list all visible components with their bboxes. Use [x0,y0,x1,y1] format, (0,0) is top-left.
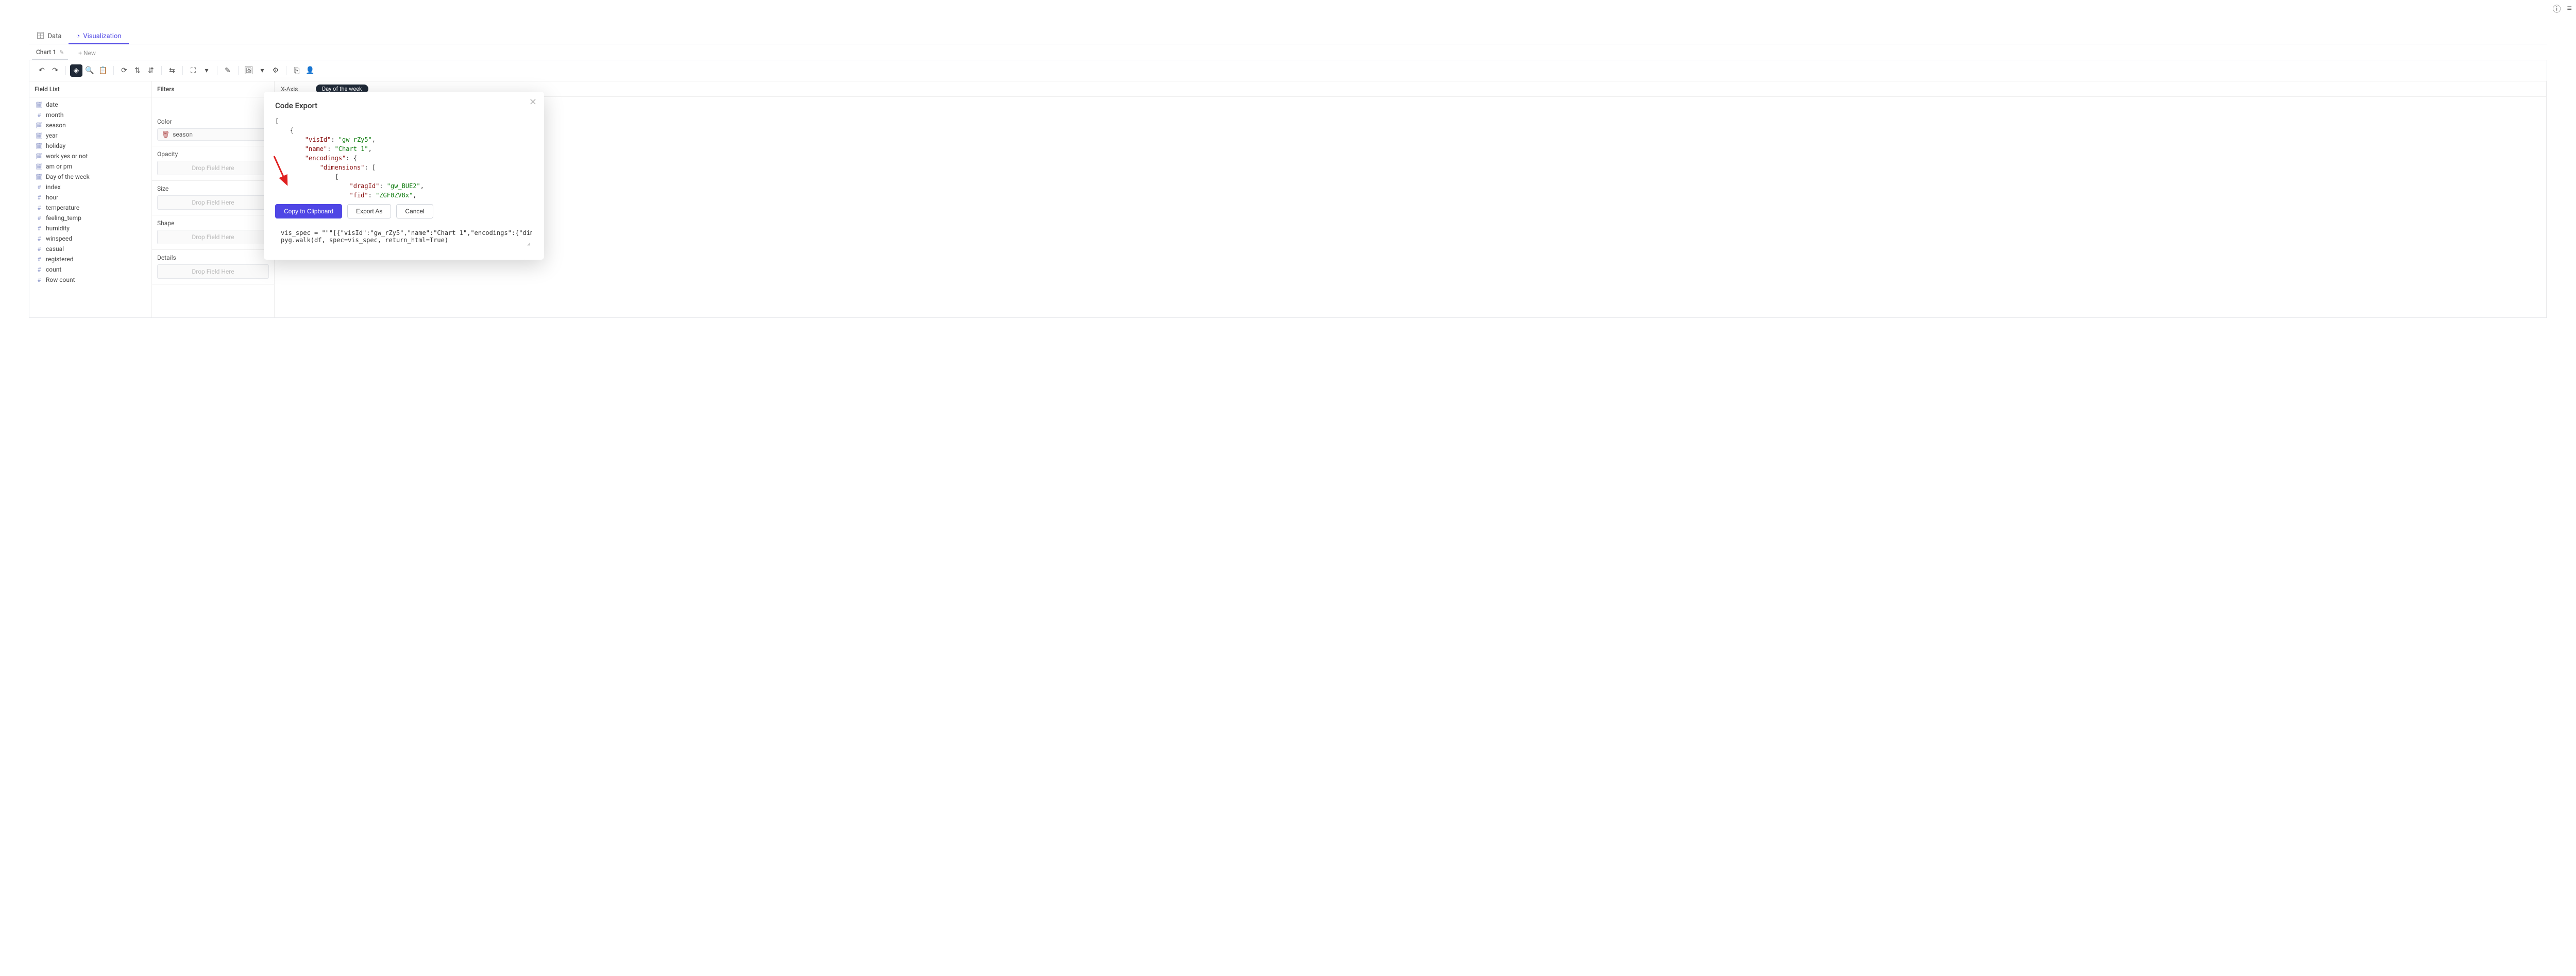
resize-handle-icon[interactable]: ◢ [527,241,530,247]
cancel-label: Cancel [405,208,424,215]
copy-to-clipboard-button[interactable]: Copy to Clipboard [275,204,342,218]
close-icon[interactable]: ✕ [529,97,537,108]
modal-title: Code Export [275,101,533,110]
copy-label: Copy to Clipboard [284,208,333,215]
snippet-line1: vis_spec = """[{"visId":"gw_rZy5","name"… [281,229,533,237]
modal-buttons: Copy to Clipboard Export As Cancel [275,204,533,218]
code-export-modal: ✕ Code Export [ { "visId": "gw_rZy5", "n… [264,92,544,260]
code-viewer[interactable]: [ { "visId": "gw_rZy5", "name": "Chart 1… [275,116,533,199]
snippet-line2: pyg.walk(df, spec=vis_spec, return_html=… [281,237,448,244]
export-as-button[interactable]: Export As [347,204,391,218]
export-as-label: Export As [356,208,382,215]
snippet-textarea[interactable]: vis_spec = """[{"visId":"gw_rZy5","name"… [275,225,533,248]
cancel-button[interactable]: Cancel [396,204,433,218]
